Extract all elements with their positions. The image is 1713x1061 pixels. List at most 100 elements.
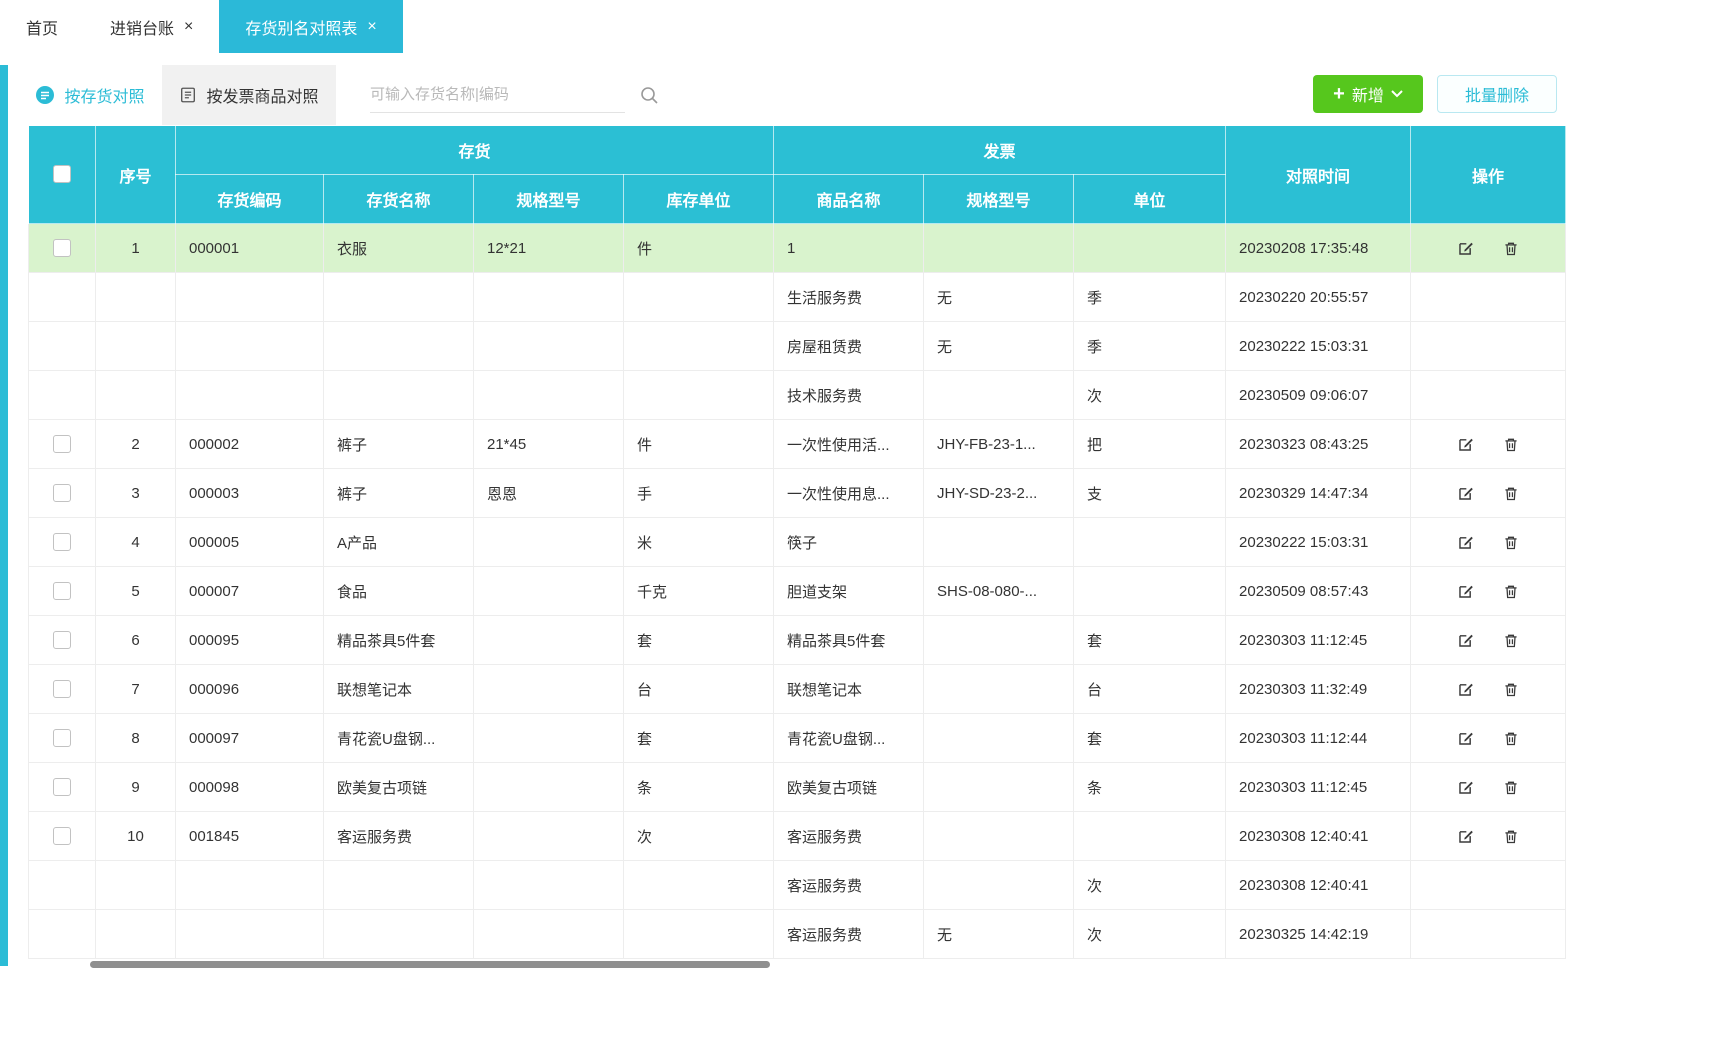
row-checkbox[interactable] <box>53 533 71 552</box>
delete-icon[interactable] <box>1503 730 1519 747</box>
delete-icon[interactable] <box>1503 681 1519 698</box>
horizontal-scrollbar-thumb[interactable] <box>90 961 770 968</box>
delete-icon[interactable] <box>1503 632 1519 649</box>
cell-inventory-name <box>323 860 474 910</box>
edit-icon[interactable] <box>1457 534 1474 551</box>
row-checkbox-cell <box>28 664 96 714</box>
delete-icon[interactable] <box>1503 828 1519 845</box>
cell-seq <box>95 370 176 420</box>
tab-inventory-alias-table[interactable]: 存货别名对照表 × <box>219 0 403 53</box>
row-checkbox-cell <box>28 909 96 959</box>
row-checkbox-cell <box>28 811 96 861</box>
cell-product-spec <box>923 762 1075 812</box>
delete-icon[interactable] <box>1503 534 1519 551</box>
add-button[interactable]: + 新增 <box>1313 75 1423 113</box>
cell-inventory-code <box>175 909 324 959</box>
delete-icon[interactable] <box>1503 240 1519 257</box>
delete-icon[interactable] <box>1503 779 1519 796</box>
cell-inventory-unit <box>622 272 775 322</box>
edit-icon[interactable] <box>1457 828 1474 845</box>
cell-product-unit: 把 <box>1073 419 1227 469</box>
cell-inventory-code <box>175 321 324 371</box>
cell-product-unit: 季 <box>1073 321 1227 371</box>
edit-icon[interactable] <box>1457 240 1474 257</box>
cell-product-name: 生活服务费 <box>773 272 925 322</box>
cell-product-spec <box>923 664 1075 714</box>
cell-product-name: 技术服务费 <box>773 370 925 420</box>
row-action-cell <box>1410 713 1567 763</box>
cell-product-name: 一次性使用活... <box>773 419 925 469</box>
delete-icon[interactable] <box>1503 485 1519 502</box>
view-tab-label: 按存货对照 <box>64 89 145 106</box>
tab-label: 进销台账 <box>110 20 175 38</box>
cell-product-name: 客运服务费 <box>773 860 925 910</box>
search-icon[interactable] <box>639 85 659 105</box>
cell-compare-time: 20230303 11:12:44 <box>1225 713 1412 763</box>
batch-delete-button[interactable]: 批量删除 <box>1437 75 1557 113</box>
select-all-checkbox[interactable] <box>53 165 71 184</box>
cell-inventory-code: 000098 <box>175 762 324 812</box>
row-action-cell <box>1410 517 1567 567</box>
cell-compare-time: 20230509 09:06:07 <box>1225 370 1412 420</box>
row-checkbox[interactable] <box>53 827 71 846</box>
view-tab-by-inventory[interactable]: 按存货对照 <box>18 65 162 125</box>
cell-product-spec: SHS-08-080-... <box>923 566 1075 616</box>
cell-inventory-name: 裤子 <box>323 468 474 518</box>
cell-product-unit <box>1073 811 1227 861</box>
edit-icon[interactable] <box>1457 583 1474 600</box>
row-checkbox[interactable] <box>53 484 71 503</box>
plus-icon: + <box>1333 83 1345 105</box>
row-checkbox[interactable] <box>53 239 71 258</box>
search-input[interactable] <box>370 77 625 113</box>
cell-inventory-spec <box>473 517 624 567</box>
edit-icon[interactable] <box>1457 632 1474 649</box>
cell-seq: 10 <box>95 811 176 861</box>
cell-seq: 6 <box>95 615 176 665</box>
row-checkbox[interactable] <box>53 435 71 454</box>
tab-home[interactable]: 首页 <box>0 0 84 53</box>
edit-icon[interactable] <box>1457 730 1474 747</box>
edit-icon[interactable] <box>1457 779 1474 796</box>
cell-inventory-unit: 台 <box>622 664 775 714</box>
row-checkbox[interactable] <box>53 680 71 699</box>
row-checkbox-cell <box>28 223 96 273</box>
row-action-cell <box>1410 321 1567 371</box>
close-icon[interactable]: × <box>367 18 376 35</box>
header-seq: 序号 <box>95 125 176 224</box>
cell-product-spec: 无 <box>923 909 1075 959</box>
row-action-cell <box>1410 468 1567 518</box>
top-tabbar: 首页 进销台账 × 存货别名对照表 × <box>0 0 1713 53</box>
cell-inventory-spec: 12*21 <box>473 223 624 273</box>
cell-inventory-unit: 件 <box>622 223 775 273</box>
delete-icon[interactable] <box>1503 583 1519 600</box>
cell-product-name: 一次性使用息... <box>773 468 925 518</box>
cell-seq: 5 <box>95 566 176 616</box>
tab-label: 首页 <box>26 20 59 38</box>
close-icon[interactable]: × <box>184 18 193 35</box>
edit-icon[interactable] <box>1457 436 1474 453</box>
row-checkbox[interactable] <box>53 631 71 650</box>
table-row: 10 001845 客运服务费 次 客运服务费 20230308 12:40:4… <box>28 811 1567 861</box>
delete-icon[interactable] <box>1503 436 1519 453</box>
row-checkbox[interactable] <box>53 582 71 601</box>
row-checkbox-cell <box>28 566 96 616</box>
table-row: 9 000098 欧美复古项链 条 欧美复古项链 条 20230303 11:1… <box>28 762 1567 812</box>
edit-icon[interactable] <box>1457 681 1474 698</box>
row-checkbox[interactable] <box>53 778 71 797</box>
cell-inventory-code: 000002 <box>175 419 324 469</box>
cell-compare-time: 20230329 14:47:34 <box>1225 468 1412 518</box>
table-row: 7 000096 联想笔记本 台 联想笔记本 台 20230303 11:32:… <box>28 664 1567 714</box>
tab-purchase-sale-ledger[interactable]: 进销台账 × <box>84 0 219 53</box>
cell-product-name: 客运服务费 <box>773 811 925 861</box>
row-action-cell <box>1410 419 1567 469</box>
cell-inventory-spec <box>473 566 624 616</box>
edit-icon[interactable] <box>1457 485 1474 502</box>
cell-product-spec <box>923 860 1075 910</box>
view-tab-by-invoice[interactable]: 按发票商品对照 <box>162 65 336 125</box>
row-action-cell <box>1410 272 1567 322</box>
cell-product-name: 1 <box>773 223 925 273</box>
cell-inventory-code: 000003 <box>175 468 324 518</box>
row-checkbox[interactable] <box>53 729 71 748</box>
row-checkbox-cell <box>28 517 96 567</box>
cell-product-name: 欧美复古项链 <box>773 762 925 812</box>
